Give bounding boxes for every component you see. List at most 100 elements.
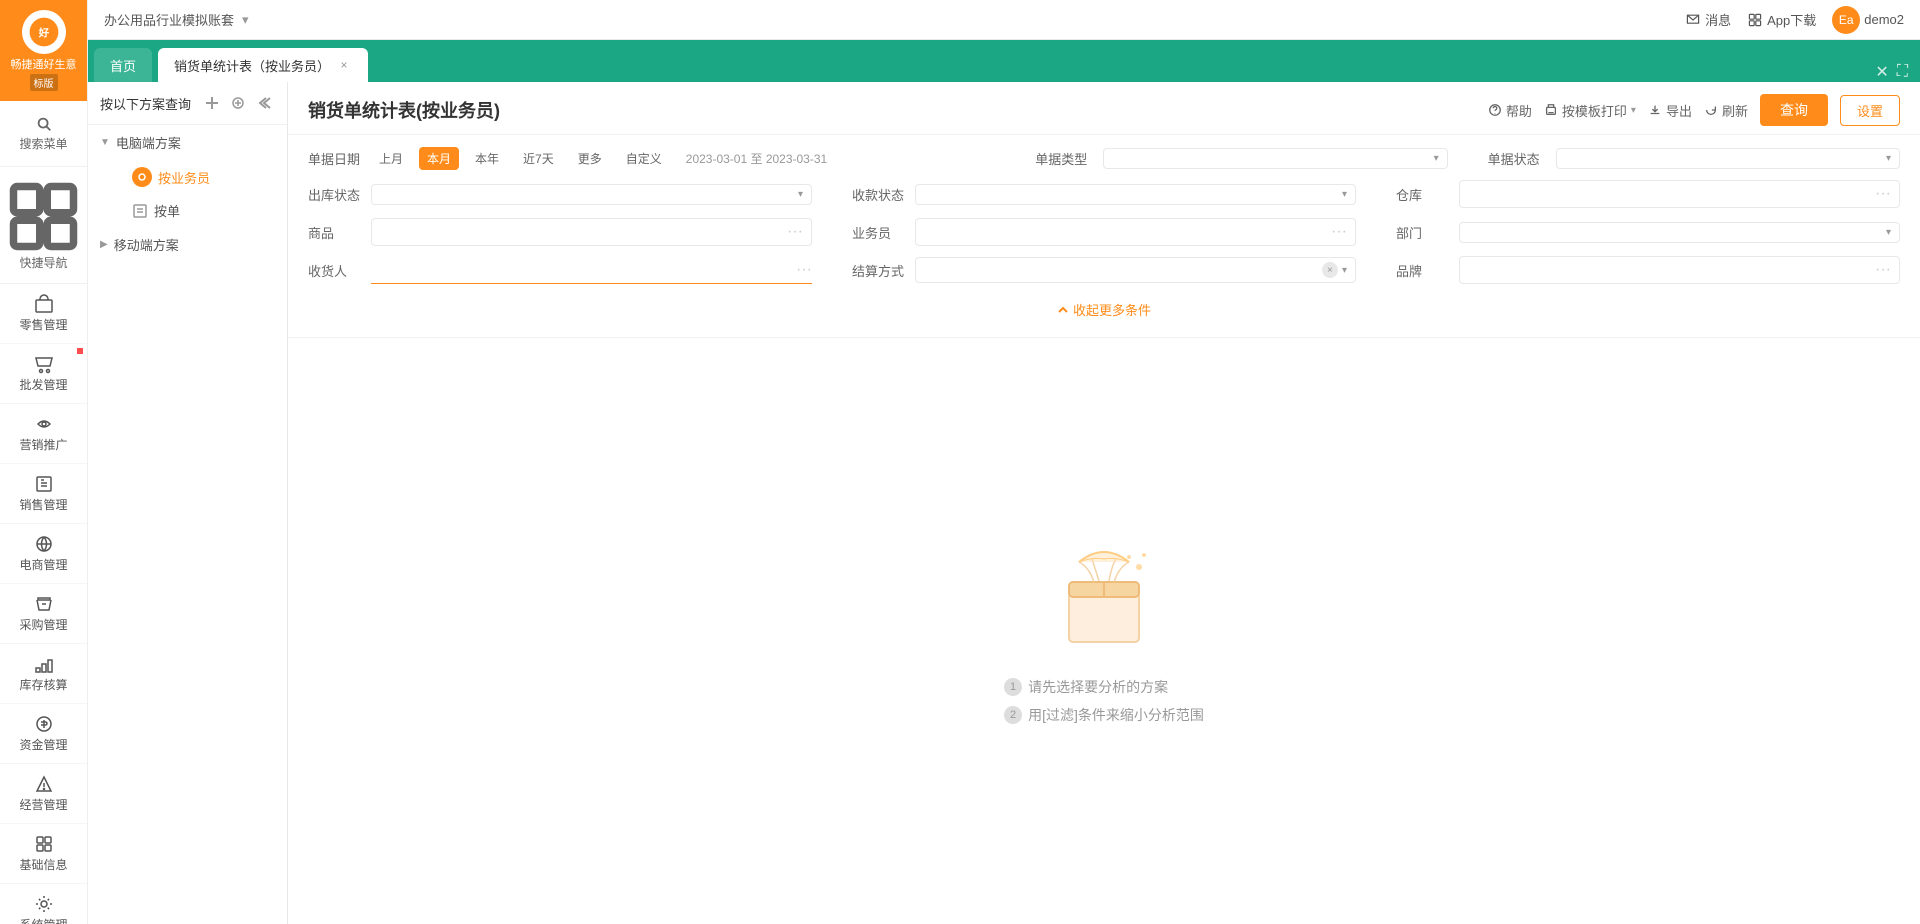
receiver-input[interactable]: [371, 262, 792, 277]
tree-item-by-staff[interactable]: 按业务员: [104, 160, 287, 194]
tab-home[interactable]: 首页: [94, 48, 152, 82]
filter-warehouse: 仓库 ···: [1396, 180, 1900, 208]
right-panel: 销货单统计表(按业务员) 帮助 按模板打印 ▾: [288, 82, 1920, 924]
tree-mobile-label: 移动端方案: [114, 235, 179, 254]
warehouse-select[interactable]: ···: [1459, 180, 1900, 208]
empty-tip-1: 1 请先选择要分析的方案: [1004, 677, 1204, 697]
filter-goods: 商品 ···: [308, 218, 812, 246]
staff-label: 业务员: [852, 223, 907, 242]
out-status-select[interactable]: ▾: [371, 184, 812, 205]
sidebar-search-section: 搜索菜单: [0, 101, 87, 167]
filter-staff: 业务员 ···: [852, 218, 1356, 246]
sidebar-item-marketing[interactable]: 营销推广: [0, 404, 87, 464]
app-download-button[interactable]: App下载: [1747, 10, 1816, 29]
filter-brand: 品牌 ···: [1396, 256, 1900, 284]
refresh-button[interactable]: 刷新: [1704, 101, 1748, 120]
industry-dropdown-icon[interactable]: ▾: [242, 12, 249, 28]
tabs-window-controls: ✕ ⛶: [1875, 62, 1920, 82]
sidebar-nav: 零售管理 批发管理 营销推广 销售管理 电商管理 采购管理 库存核算: [0, 284, 87, 924]
goods-select[interactable]: ···: [371, 218, 812, 246]
tree-item-by-order[interactable]: 按单: [104, 194, 287, 227]
help-button[interactable]: 帮助: [1488, 101, 1532, 120]
sidebar-item-basic[interactable]: 基础信息: [0, 824, 87, 884]
left-panel: 按以下方案查询 ▼ 电脑端方案: [88, 82, 288, 924]
date-btn-more[interactable]: 更多: [570, 147, 610, 170]
tree-mobile-section[interactable]: ▶ 移动端方案: [88, 227, 287, 262]
sidebar-item-wholesale[interactable]: 批发管理: [0, 344, 87, 404]
dept-select[interactable]: ▾: [1459, 222, 1900, 243]
tree-item-order-label: 按单: [154, 201, 180, 220]
tab-active[interactable]: 销货单统计表（按业务员） ×: [158, 48, 368, 82]
left-panel-actions: [201, 92, 275, 114]
tree-pc-section[interactable]: ▼ 电脑端方案: [88, 125, 287, 160]
goods-dots[interactable]: ···: [787, 223, 803, 241]
tab-close-button[interactable]: ×: [336, 57, 352, 73]
warehouse-label: 仓库: [1396, 185, 1451, 204]
pay-status-arrow: ▾: [1342, 189, 1347, 200]
sidebar-logo[interactable]: 好 畅捷通好生意 标版: [0, 0, 87, 101]
settlement-select[interactable]: × ▾: [915, 257, 1356, 283]
date-btn-thismonth[interactable]: 本月: [419, 147, 459, 170]
sidebar-item-system[interactable]: 系统管理: [0, 884, 87, 924]
tip-num-1: 1: [1004, 678, 1022, 696]
messages-button[interactable]: 消息: [1685, 10, 1731, 29]
add-scheme-button[interactable]: [201, 92, 223, 114]
empty-tip-2: 2 用[过滤]条件来缩小分析范围: [1004, 705, 1204, 725]
doc-type-select[interactable]: ▾: [1103, 148, 1447, 169]
query-button[interactable]: 查询: [1760, 94, 1828, 126]
sidebar-item-finance[interactable]: 资金管理: [0, 704, 87, 764]
receiver-label: 收货人: [308, 261, 363, 280]
brand-select[interactable]: ···: [1459, 256, 1900, 284]
content-area: 按以下方案查询 ▼ 电脑端方案: [88, 82, 1920, 924]
search-menu-button[interactable]: 搜索菜单: [6, 109, 81, 158]
receiver-dots[interactable]: ···: [796, 261, 812, 279]
sidebar-item-purchase[interactable]: 采购管理: [0, 584, 87, 644]
main-area: 办公用品行业模拟账套 ▾ 消息 App下载 Ea demo2 首页 销货单统计表…: [88, 0, 1920, 924]
collapse-filter-button[interactable]: 收起更多条件: [308, 294, 1900, 325]
doc-status-select[interactable]: ▾: [1556, 148, 1900, 169]
logo-text: 畅捷通好生意: [11, 58, 77, 72]
warehouse-dots[interactable]: ···: [1875, 185, 1891, 203]
date-btn-last7[interactable]: 近7天: [515, 147, 562, 170]
doc-status-label: 单据状态: [1488, 149, 1548, 168]
window-close-icon[interactable]: ✕: [1875, 62, 1888, 82]
filter-row-1: 单据日期 上月 本月 本年 近7天 更多 自定义 2023-03-01 至 20…: [308, 147, 1900, 170]
tree-item-staff-label: 按业务员: [158, 168, 210, 187]
staff-dots[interactable]: ···: [1331, 223, 1347, 241]
quicknav-button[interactable]: 快捷导航: [6, 173, 81, 277]
sidebar-item-operations[interactable]: 经营管理: [0, 764, 87, 824]
logo-icon: 好: [22, 10, 66, 54]
collapse-label: 收起更多条件: [1073, 300, 1151, 319]
settlement-label: 结算方式: [852, 261, 907, 280]
settings-button[interactable]: 设置: [1840, 95, 1900, 126]
left-panel-header: 按以下方案查询: [88, 82, 287, 125]
sidebar-item-ecommerce[interactable]: 电商管理: [0, 524, 87, 584]
collapse-panel-button[interactable]: [253, 92, 275, 114]
sidebar: 好 畅捷通好生意 标版 搜索菜单 快捷导航 零售管理 批发管理: [0, 0, 88, 924]
print-button[interactable]: 按模板打印 ▾: [1544, 101, 1636, 120]
sidebar-quicknav-section: 快捷导航: [0, 167, 87, 284]
dept-arrow: ▾: [1886, 227, 1891, 238]
date-btn-custom[interactable]: 自定义: [618, 147, 670, 170]
active-indicator: [132, 167, 152, 187]
settlement-clear-button[interactable]: ×: [1322, 262, 1338, 278]
date-btn-thisyear[interactable]: 本年: [467, 147, 507, 170]
svg-text:好: 好: [37, 26, 49, 39]
filter-date: 单据日期 上月 本月 本年 近7天 更多 自定义 2023-03-01 至 20…: [308, 147, 995, 170]
sidebar-item-retail[interactable]: 零售管理: [0, 284, 87, 344]
sidebar-item-sales[interactable]: 销售管理: [0, 464, 87, 524]
export-button[interactable]: 导出: [1648, 101, 1692, 120]
dept-label: 部门: [1396, 223, 1451, 242]
window-expand-icon[interactable]: ⛶: [1897, 63, 1908, 81]
sidebar-item-inventory[interactable]: 库存核算: [0, 644, 87, 704]
edit-scheme-button[interactable]: [227, 92, 249, 114]
date-btn-lastmonth[interactable]: 上月: [371, 147, 411, 170]
user-avatar-area[interactable]: Ea demo2: [1832, 6, 1904, 34]
pay-status-select[interactable]: ▾: [915, 184, 1356, 205]
tab-active-label: 销货单统计表（按业务员）: [174, 56, 330, 75]
tree-arrow-mobile[interactable]: ▶: [100, 239, 108, 250]
staff-select[interactable]: ···: [915, 218, 1356, 246]
brand-dots[interactable]: ···: [1875, 261, 1891, 279]
tree-arrow-pc[interactable]: ▼: [100, 137, 110, 148]
out-status-label: 出库状态: [308, 185, 363, 204]
